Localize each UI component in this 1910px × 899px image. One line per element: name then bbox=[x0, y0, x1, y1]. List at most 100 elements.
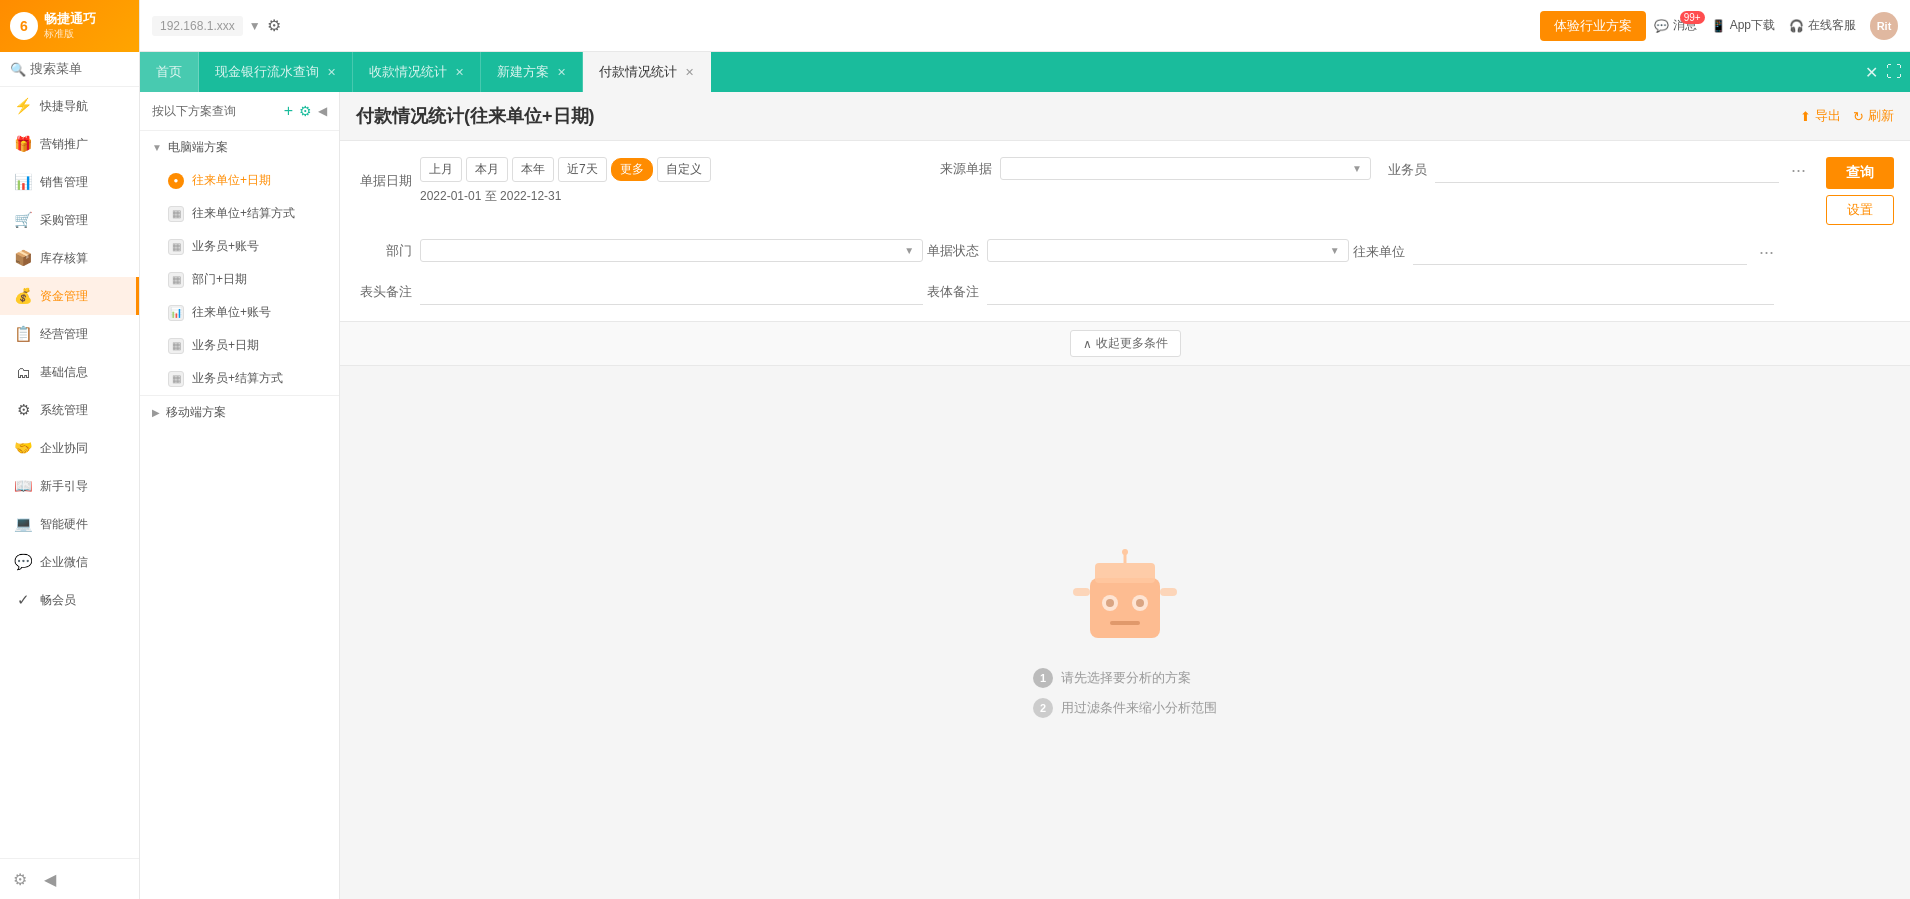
tab-bank-flow[interactable]: 现金银行流水查询 ✕ bbox=[199, 52, 353, 92]
tab-expand-icon[interactable]: ⛶ bbox=[1886, 63, 1902, 81]
date-last-7days[interactable]: 近7天 bbox=[558, 157, 607, 182]
trial-button[interactable]: 体验行业方案 bbox=[1540, 11, 1646, 41]
staff-dots-icon[interactable]: ··· bbox=[1791, 160, 1806, 181]
source-select[interactable]: ▼ bbox=[1000, 157, 1371, 180]
search-icon: 🔍 bbox=[10, 62, 26, 77]
scheme-item-unit-account[interactable]: 📊 往来单位+账号 bbox=[140, 296, 339, 329]
empty-hint-2: 2 用过滤条件来缩小分析范围 bbox=[1033, 698, 1217, 718]
tab-new-scheme-label: 新建方案 bbox=[497, 63, 549, 81]
filter-table-head-note: 表头备注 bbox=[356, 279, 923, 305]
app-download[interactable]: 📱 App下载 bbox=[1711, 17, 1775, 34]
sidebar-search[interactable]: 🔍 搜索菜单 bbox=[0, 52, 139, 87]
tab-close-all-icon[interactable]: ✕ bbox=[1865, 63, 1878, 82]
scheme-settings-icon[interactable]: ⚙ bbox=[299, 103, 312, 119]
filter-dept: 部门 ▼ bbox=[356, 239, 923, 262]
dept-select[interactable]: ▼ bbox=[420, 239, 923, 262]
scheme-collapse-icon[interactable]: ◀ bbox=[318, 104, 327, 118]
quick-nav-icon: ⚡ bbox=[14, 97, 32, 115]
settings-button[interactable]: 设置 bbox=[1826, 195, 1894, 225]
tab-bank-flow-close[interactable]: ✕ bbox=[327, 66, 336, 79]
scheme-staff-account-icon: ▦ bbox=[168, 239, 184, 255]
voucher-status-select[interactable]: ▼ bbox=[987, 239, 1348, 262]
wechat-icon: 💬 bbox=[14, 553, 32, 571]
sidebar-item-sales[interactable]: 📊 销售管理 bbox=[0, 163, 139, 201]
date-more[interactable]: 更多 bbox=[611, 158, 653, 181]
notifications[interactable]: 💬 消息 99+ bbox=[1654, 17, 1697, 34]
tab-collection-stats[interactable]: 收款情况统计 ✕ bbox=[353, 52, 481, 92]
staff-label: 业务员 bbox=[1371, 161, 1427, 179]
online-service[interactable]: 🎧 在线客服 bbox=[1789, 17, 1856, 34]
sidebar-label-system: 系统管理 bbox=[40, 402, 88, 419]
sidebar-item-marketing[interactable]: 🎁 营销推广 bbox=[0, 125, 139, 163]
footer-collapse-icon[interactable]: ◀ bbox=[40, 869, 60, 889]
sidebar-nav: ⚡ 快捷导航 🎁 营销推广 📊 销售管理 🛒 采购管理 📦 库存核算 💰 资金管… bbox=[0, 87, 139, 858]
date-this-month[interactable]: 本月 bbox=[466, 157, 508, 182]
svg-rect-1 bbox=[1095, 563, 1155, 583]
footer-settings-icon[interactable]: ⚙ bbox=[10, 869, 30, 889]
related-unit-label: 往来单位 bbox=[1349, 243, 1405, 261]
svg-point-5 bbox=[1136, 599, 1144, 607]
sidebar-label-guide: 新手引导 bbox=[40, 478, 88, 495]
scheme-item-staff-date[interactable]: ▦ 业务员+日期 bbox=[140, 329, 339, 362]
sidebar-item-quick-nav[interactable]: ⚡ 快捷导航 bbox=[0, 87, 139, 125]
date-custom[interactable]: 自定义 bbox=[657, 157, 711, 182]
scheme-item-unit-settlement[interactable]: ▦ 往来单位+结算方式 bbox=[140, 197, 339, 230]
sidebar-item-operations[interactable]: 📋 经营管理 bbox=[0, 315, 139, 353]
sidebar-item-basic-info[interactable]: 🗂 基础信息 bbox=[0, 353, 139, 391]
tab-payment-stats-close[interactable]: ✕ bbox=[685, 66, 694, 79]
scheme-mobile-group[interactable]: ▶ 移动端方案 bbox=[140, 395, 339, 429]
sidebar-item-purchase[interactable]: 🛒 采购管理 bbox=[0, 201, 139, 239]
topbar-dropdown-icon[interactable]: ▼ bbox=[249, 19, 261, 33]
brand-info: 畅捷通巧 标准版 bbox=[44, 11, 96, 41]
date-last-month[interactable]: 上月 bbox=[420, 157, 462, 182]
refresh-button[interactable]: ↻ 刷新 bbox=[1853, 107, 1894, 125]
sidebar-item-wechat[interactable]: 💬 企业微信 bbox=[0, 543, 139, 581]
topbar-settings-icon[interactable]: ⚙ bbox=[267, 16, 281, 35]
tab-home[interactable]: 首页 bbox=[140, 52, 199, 92]
scheme-item-unit-date[interactable]: ● 往来单位+日期 bbox=[140, 164, 339, 197]
scheme-item-staff-settlement[interactable]: ▦ 业务员+结算方式 bbox=[140, 362, 339, 395]
sidebar-label-hardware: 智能硬件 bbox=[40, 516, 88, 533]
source-select-arrow-icon: ▼ bbox=[1352, 163, 1362, 174]
scheme-pc-group-header[interactable]: ▼ 电脑端方案 bbox=[140, 131, 339, 164]
date-label: 单据日期 bbox=[356, 172, 412, 190]
scheme-item-staff-account[interactable]: ▦ 业务员+账号 bbox=[140, 230, 339, 263]
user-avatar[interactable]: Rit bbox=[1870, 12, 1898, 40]
sidebar-label-purchase: 采购管理 bbox=[40, 212, 88, 229]
scheme-item-dept-date[interactable]: ▦ 部门+日期 bbox=[140, 263, 339, 296]
filter-row-2: 部门 ▼ 单据状态 ▼ 往来单位 bbox=[356, 239, 1894, 265]
sidebar-item-collab[interactable]: 🤝 企业协同 bbox=[0, 429, 139, 467]
pc-group-label: 电脑端方案 bbox=[168, 139, 228, 156]
topbar-breadcrumb: 192.168.1.xxx ▼ ⚙ bbox=[152, 16, 1532, 36]
date-this-year[interactable]: 本年 bbox=[512, 157, 554, 182]
query-button[interactable]: 查询 bbox=[1826, 157, 1894, 189]
staff-input[interactable] bbox=[1435, 157, 1779, 183]
tab-payment-stats[interactable]: 付款情况统计 ✕ bbox=[583, 52, 711, 92]
sidebar-item-guide[interactable]: 📖 新手引导 bbox=[0, 467, 139, 505]
related-unit-input[interactable] bbox=[1413, 239, 1747, 265]
svg-rect-9 bbox=[1073, 588, 1090, 596]
sidebar-item-inventory[interactable]: 📦 库存核算 bbox=[0, 239, 139, 277]
tab-new-scheme[interactable]: 新建方案 ✕ bbox=[481, 52, 583, 92]
tab-new-scheme-close[interactable]: ✕ bbox=[557, 66, 566, 79]
collapse-button[interactable]: ∧ 收起更多条件 bbox=[1070, 330, 1181, 357]
table-body-note-input[interactable] bbox=[987, 279, 1774, 305]
tab-payment-stats-label: 付款情况统计 bbox=[599, 63, 677, 81]
hint-text-2: 用过滤条件来缩小分析范围 bbox=[1061, 699, 1217, 717]
scheme-staff-date-icon: ▦ bbox=[168, 338, 184, 354]
sidebar-item-hardware[interactable]: 💻 智能硬件 bbox=[0, 505, 139, 543]
export-button[interactable]: ⬆ 导出 bbox=[1800, 107, 1841, 125]
scheme-add-icon[interactable]: + bbox=[284, 102, 293, 120]
scheme-dept-date-label: 部门+日期 bbox=[192, 271, 247, 288]
right-panel: 付款情况统计(往来单位+日期) ⬆ 导出 ↻ 刷新 单 bbox=[340, 92, 1910, 899]
related-unit-dots-icon[interactable]: ··· bbox=[1759, 242, 1774, 263]
filter-buttons: 查询 设置 bbox=[1806, 157, 1894, 225]
scheme-pc-group: ▼ 电脑端方案 ● 往来单位+日期 ▦ 往来单位+结算方式 ▦ 业务员+账号 ▦ bbox=[140, 131, 339, 395]
scheme-panel-header: 按以下方案查询 + ⚙ ◀ bbox=[140, 92, 339, 131]
tab-collection-stats-close[interactable]: ✕ bbox=[455, 66, 464, 79]
table-head-note-input[interactable] bbox=[420, 279, 923, 305]
sidebar-item-system[interactable]: ⚙ 系统管理 bbox=[0, 391, 139, 429]
sidebar-item-capital[interactable]: 💰 资金管理 bbox=[0, 277, 139, 315]
filter-related-unit: 往来单位 ··· bbox=[1349, 239, 1774, 265]
sidebar-item-membership[interactable]: ✓ 畅会员 bbox=[0, 581, 139, 619]
